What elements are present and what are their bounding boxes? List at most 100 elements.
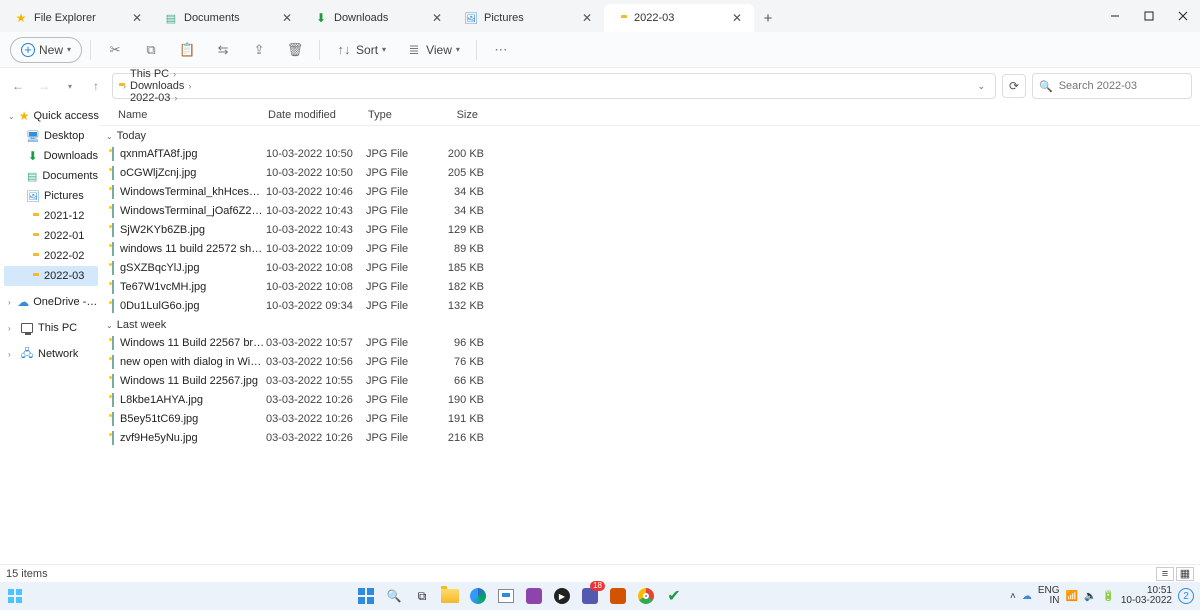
group-header[interactable]: ⌄Today bbox=[100, 126, 1200, 144]
sidebar-item-2022-03[interactable]: 2022-03 bbox=[4, 266, 98, 286]
back-button[interactable]: ← bbox=[8, 76, 28, 96]
file-row[interactable]: oCGWljZcnj.jpg 10-03-2022 10:50 JPG File… bbox=[100, 163, 1200, 182]
teams-taskbar-icon[interactable]: 18 bbox=[578, 584, 602, 608]
tab-2022-03[interactable]: 2022-03 ✕ bbox=[604, 4, 754, 32]
battery-tray-icon[interactable]: 🔋 bbox=[1102, 591, 1114, 602]
copy-button[interactable]: ⧉ bbox=[135, 37, 167, 63]
task-view-button[interactable]: ⧉ bbox=[410, 584, 434, 608]
breadcrumb-segment[interactable]: Downloads › bbox=[130, 80, 191, 92]
tab-documents[interactable]: ▤ Documents ✕ bbox=[154, 4, 304, 32]
start-button[interactable] bbox=[354, 584, 378, 608]
file-row[interactable]: B5ey51tC69.jpg 03-03-2022 10:26 JPG File… bbox=[100, 409, 1200, 428]
notifications-tray-icon[interactable]: 2 bbox=[1178, 588, 1194, 604]
explorer-taskbar-icon[interactable] bbox=[438, 584, 462, 608]
sidebar-this-pc[interactable]: › This PC bbox=[4, 318, 98, 338]
app-taskbar-icon-3[interactable]: ✔ bbox=[662, 584, 686, 608]
app-taskbar-icon-2[interactable] bbox=[606, 584, 630, 608]
search-input[interactable] bbox=[1059, 80, 1185, 92]
close-icon[interactable]: ✕ bbox=[580, 11, 594, 25]
file-row[interactable]: new open with dialog in Windows 11 Buil.… bbox=[100, 352, 1200, 371]
close-icon[interactable]: ✕ bbox=[130, 11, 144, 25]
minimize-button[interactable] bbox=[1098, 0, 1132, 32]
sidebar-onedrive[interactable]: › ☁ OneDrive - Personal bbox=[4, 292, 98, 312]
maximize-button[interactable] bbox=[1132, 0, 1166, 32]
file-type: JPG File bbox=[366, 281, 436, 293]
new-tab-button[interactable]: + bbox=[754, 4, 782, 32]
status-bar: 15 items ≡ ▦ bbox=[0, 564, 1200, 582]
sort-button[interactable]: ↑↓ Sort ▾ bbox=[328, 37, 394, 63]
language-indicator[interactable]: ENG IN bbox=[1038, 586, 1060, 606]
edge-taskbar-icon[interactable] bbox=[466, 584, 490, 608]
refresh-button[interactable]: ⟳ bbox=[1002, 74, 1026, 98]
sidebar-quick-access[interactable]: ⌄ ★ Quick access bbox=[4, 106, 98, 126]
address-history-button[interactable]: ⌄ bbox=[973, 81, 989, 92]
file-row[interactable]: Te67W1vcMH.jpg 10-03-2022 10:08 JPG File… bbox=[100, 277, 1200, 296]
paste-button[interactable]: 📋 bbox=[171, 37, 203, 63]
cut-button[interactable]: ✂ bbox=[99, 37, 131, 63]
wifi-tray-icon[interactable]: 📶 bbox=[1065, 591, 1077, 602]
column-type[interactable]: Type bbox=[360, 109, 430, 121]
share-button[interactable]: ⇪ bbox=[243, 37, 275, 63]
file-row[interactable]: L8kbe1AHYA.jpg 03-03-2022 10:26 JPG File… bbox=[100, 390, 1200, 409]
sidebar-item-downloads[interactable]: ⬇ Downloads bbox=[4, 146, 98, 166]
close-icon[interactable]: ✕ bbox=[730, 11, 744, 25]
tab-downloads[interactable]: ⬇ Downloads ✕ bbox=[304, 4, 454, 32]
image-file-icon bbox=[100, 167, 116, 179]
column-name[interactable]: Name bbox=[100, 109, 260, 121]
file-row[interactable]: zvf9He5yNu.jpg 03-03-2022 10:26 JPG File… bbox=[100, 428, 1200, 447]
recent-button[interactable]: ▾ bbox=[60, 76, 80, 96]
file-row[interactable]: WindowsTerminal_khHcesSYCB.jpg 10-03-202… bbox=[100, 182, 1200, 201]
tab-pictures[interactable]: 🖼 Pictures ✕ bbox=[454, 4, 604, 32]
file-row[interactable]: gSXZBqcYlJ.jpg 10-03-2022 10:08 JPG File… bbox=[100, 258, 1200, 277]
clock[interactable]: 10:51 10-03-2022 bbox=[1121, 586, 1172, 606]
file-row[interactable]: SjW2KYb6ZB.jpg 10-03-2022 10:43 JPG File… bbox=[100, 220, 1200, 239]
breadcrumb-segment[interactable]: 2022-03 › bbox=[130, 92, 191, 104]
delete-button[interactable]: 🗑 bbox=[279, 37, 311, 63]
search-button[interactable]: 🔍 bbox=[382, 584, 406, 608]
more-button[interactable]: ⋯ bbox=[485, 37, 517, 63]
app-taskbar-icon-1[interactable] bbox=[522, 584, 546, 608]
rename-button[interactable]: ⇆ bbox=[207, 37, 239, 63]
details-view-button[interactable]: ≡ bbox=[1156, 567, 1174, 581]
up-button[interactable]: ↑ bbox=[86, 76, 106, 96]
sidebar-item-2021-12[interactable]: 2021-12 bbox=[4, 206, 98, 226]
system-tray[interactable]: ˄ ☁ ENG IN 📶 🔈 🔋 10:51 10-03-2022 2 bbox=[1010, 586, 1200, 606]
sidebar-item-pictures[interactable]: 🖼 Pictures bbox=[4, 186, 98, 206]
tab-file explorer[interactable]: ★ File Explorer ✕ bbox=[4, 4, 154, 32]
widgets-button[interactable] bbox=[0, 588, 30, 604]
file-row[interactable]: windows 11 build 22572 show more opti...… bbox=[100, 239, 1200, 258]
store-taskbar-icon[interactable] bbox=[494, 584, 518, 608]
search-box[interactable]: 🔍 bbox=[1032, 73, 1192, 99]
sidebar-item-2022-02[interactable]: 2022-02 bbox=[4, 246, 98, 266]
close-icon[interactable]: ✕ bbox=[280, 11, 294, 25]
view-button[interactable]: ≣ View ▾ bbox=[398, 37, 468, 63]
media-taskbar-icon[interactable]: ▶ bbox=[550, 584, 574, 608]
file-row[interactable]: 0Du1LulG6o.jpg 10-03-2022 09:34 JPG File… bbox=[100, 296, 1200, 315]
sidebar-item-documents[interactable]: ▤ Documents bbox=[4, 166, 98, 186]
group-header[interactable]: ⌄Last week bbox=[100, 315, 1200, 333]
file-date: 03-03-2022 10:26 bbox=[266, 394, 366, 406]
tray-overflow-icon[interactable]: ˄ bbox=[1010, 591, 1016, 602]
address-bar[interactable]: › This PC › Downloads › 2022-03 › ⌄ bbox=[112, 73, 996, 99]
file-row[interactable]: Windows 11 Build 22567 brings a new op..… bbox=[100, 333, 1200, 352]
column-date[interactable]: Date modified bbox=[260, 109, 360, 121]
new-button[interactable]: + New ▾ bbox=[10, 37, 82, 63]
sidebar-item-label: 2022-01 bbox=[44, 230, 84, 242]
close-button[interactable] bbox=[1166, 0, 1200, 32]
breadcrumb-segment[interactable]: This PC › bbox=[130, 68, 191, 80]
column-headers[interactable]: Name Date modified Type Size bbox=[100, 104, 1200, 126]
thumbnails-view-button[interactable]: ▦ bbox=[1176, 567, 1194, 581]
forward-button[interactable]: → bbox=[34, 76, 54, 96]
onedrive-tray-icon[interactable]: ☁ bbox=[1022, 591, 1032, 602]
sidebar-network[interactable]: › 🖧 Network bbox=[4, 344, 98, 364]
sidebar-item-desktop[interactable]: 🖥 Desktop bbox=[4, 126, 98, 146]
sidebar-item-2022-01[interactable]: 2022-01 bbox=[4, 226, 98, 246]
close-icon[interactable]: ✕ bbox=[430, 11, 444, 25]
sidebar-item-label: Pictures bbox=[44, 190, 84, 202]
volume-tray-icon[interactable]: 🔈 bbox=[1084, 591, 1096, 602]
file-row[interactable]: Windows 11 Build 22567.jpg 03-03-2022 10… bbox=[100, 371, 1200, 390]
chrome-taskbar-icon[interactable] bbox=[634, 584, 658, 608]
file-row[interactable]: qxnmAfTA8f.jpg 10-03-2022 10:50 JPG File… bbox=[100, 144, 1200, 163]
file-row[interactable]: WindowsTerminal_jOaf6Z2M1i.jpg 10-03-202… bbox=[100, 201, 1200, 220]
column-size[interactable]: Size bbox=[430, 109, 486, 121]
